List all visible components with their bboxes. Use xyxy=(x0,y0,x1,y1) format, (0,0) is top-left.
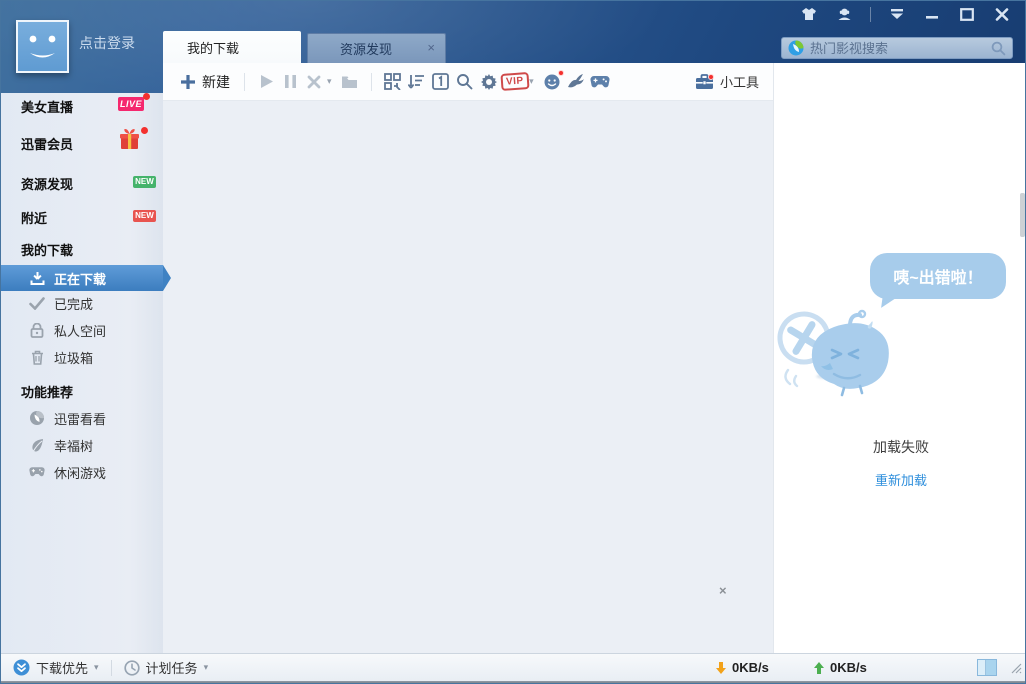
sidebar-item-happy-tree[interactable]: 幸福树 xyxy=(1,432,163,458)
swallow-bird-icon[interactable] xyxy=(564,70,588,94)
download-list-area: × xyxy=(163,101,773,653)
small-tools-button[interactable]: 小工具 xyxy=(695,72,759,91)
new-badge-red: NEW xyxy=(133,210,156,222)
vip-accelerate-icon[interactable]: VIP xyxy=(501,70,529,94)
new-badge-green: NEW xyxy=(133,176,156,188)
close-icon[interactable] xyxy=(993,6,1011,22)
priority-mode-label: 下载优先 xyxy=(36,658,88,677)
tab-label: 资源发现 xyxy=(340,39,392,58)
xunlei-window: 点击登录 我的下载 资源发现 × 新建 xyxy=(0,0,1026,684)
error-mascot xyxy=(774,278,924,403)
vip-label: VIP xyxy=(500,72,529,91)
new-task-button[interactable]: 新建 xyxy=(175,72,235,92)
status-bar: 下载优先 ▾ 计划任务 ▾ 0KB/s 0KB/s xyxy=(1,653,1026,681)
leaf-icon xyxy=(29,437,45,453)
sidebar-item-private-space[interactable]: 私人空间 xyxy=(1,317,163,343)
plus-icon xyxy=(180,74,196,90)
delete-options-caret[interactable]: ▾ xyxy=(327,76,332,87)
sidebar-section-recommended: 功能推荐 xyxy=(1,378,163,404)
check-icon xyxy=(29,295,45,311)
skin-icon[interactable] xyxy=(800,6,818,22)
gift-icon xyxy=(117,126,143,157)
notification-dot xyxy=(143,93,150,100)
video-search-bar[interactable] xyxy=(781,37,1013,59)
schedule-caret-icon: ▾ xyxy=(204,662,209,673)
panel-scrollbar-thumb[interactable] xyxy=(1020,193,1025,237)
side-panel-toggle[interactable] xyxy=(977,659,997,676)
upload-speed-value: 0KB/s xyxy=(830,660,867,675)
open-folder-icon[interactable] xyxy=(338,70,362,94)
sidebar: 美女直播 LIVE 迅雷会员 资源发现 NEW 附近 NEW 我的下载 正 xyxy=(1,93,163,653)
task-limit-icon[interactable] xyxy=(429,70,453,94)
tab-close-icon[interactable]: × xyxy=(427,41,435,54)
notification-dot xyxy=(141,127,148,134)
sort-icon[interactable] xyxy=(405,70,429,94)
start-task-icon[interactable] xyxy=(254,70,278,94)
new-task-label: 新建 xyxy=(202,72,230,92)
delete-task-icon[interactable] xyxy=(302,70,326,94)
tab-label: 我的下载 xyxy=(187,38,239,57)
clock-icon xyxy=(124,660,140,676)
sidebar-item-kankan[interactable]: 迅雷看看 xyxy=(1,405,163,431)
thunder-logo-icon xyxy=(788,40,804,56)
sidebar-item-downloading[interactable]: 正在下载 xyxy=(1,265,163,291)
download-speed: 0KB/s xyxy=(715,660,769,675)
sidebar-item-casual-games[interactable]: 休闲游戏 xyxy=(1,459,163,485)
lock-icon xyxy=(29,322,45,338)
downloading-icon xyxy=(29,270,45,286)
pause-task-icon[interactable] xyxy=(278,70,302,94)
upload-speed: 0KB/s xyxy=(813,660,867,675)
support-icon[interactable] xyxy=(835,6,853,22)
sidebar-item-vip-member[interactable]: 迅雷会员 xyxy=(1,130,163,156)
window-controls-divider xyxy=(870,7,871,22)
download-toolbar: 新建 ▾ VIP xyxy=(163,63,773,101)
live-badge: LIVE xyxy=(118,97,144,111)
window-controls xyxy=(800,6,1011,22)
notification-dot xyxy=(558,70,564,76)
games-gamepad-icon[interactable] xyxy=(588,70,612,94)
filter-search-icon[interactable] xyxy=(453,70,477,94)
sidebar-item-live-show[interactable]: 美女直播 LIVE xyxy=(1,93,163,119)
view-mode-icon[interactable] xyxy=(381,70,405,94)
toolbox-icon xyxy=(695,74,714,90)
up-arrow-icon xyxy=(813,661,825,675)
banner-close-icon[interactable]: × xyxy=(719,583,727,598)
avatar[interactable] xyxy=(16,20,69,73)
search-input[interactable] xyxy=(810,41,985,56)
search-icon[interactable] xyxy=(991,41,1006,56)
sidebar-item-completed[interactable]: 已完成 xyxy=(1,290,163,316)
vip-options-caret[interactable]: ▾ xyxy=(529,76,534,87)
down-arrow-icon xyxy=(715,661,727,675)
recommendation-panel: 咦~出错啦！ 加载失败 重新加载 xyxy=(773,63,1026,653)
gamepad-icon xyxy=(29,464,45,480)
download-priority-selector[interactable]: 下载优先 ▾ xyxy=(13,658,99,677)
priority-mode-icon xyxy=(13,659,30,676)
settings-gear-icon[interactable] xyxy=(477,70,501,94)
tab-resource-discovery[interactable]: 资源发现 × xyxy=(307,33,446,63)
sidebar-item-resource-discovery[interactable]: 资源发现 NEW xyxy=(1,170,163,196)
load-failed-text: 加载失败 xyxy=(774,437,1026,457)
resize-grip[interactable] xyxy=(1011,662,1022,677)
trash-icon xyxy=(29,349,45,365)
sidebar-item-trash[interactable]: 垃圾箱 xyxy=(1,344,163,370)
notification-dot xyxy=(708,74,714,80)
retry-link[interactable]: 重新加载 xyxy=(774,470,1026,489)
kankan-player-icon xyxy=(29,410,45,426)
selected-item-arrow xyxy=(163,265,171,291)
tab-my-downloads[interactable]: 我的下载 xyxy=(163,31,301,63)
scheduled-tasks-label: 计划任务 xyxy=(146,658,198,677)
maximize-icon[interactable] xyxy=(958,6,976,22)
anime-face-icon[interactable] xyxy=(540,70,564,94)
sidebar-section-my-downloads: 我的下载 xyxy=(1,236,163,262)
small-tools-label: 小工具 xyxy=(720,72,759,91)
minimize-icon[interactable] xyxy=(923,6,941,22)
priority-caret-icon: ▾ xyxy=(94,662,99,673)
sidebar-item-nearby[interactable]: 附近 NEW xyxy=(1,204,163,230)
tab-strip: 我的下载 资源发现 × xyxy=(163,31,446,63)
login-link[interactable]: 点击登录 xyxy=(79,33,135,53)
minimize-to-tray-icon[interactable] xyxy=(888,6,906,22)
scheduled-tasks-button[interactable]: 计划任务 ▾ xyxy=(124,658,209,677)
download-speed-value: 0KB/s xyxy=(732,660,769,675)
